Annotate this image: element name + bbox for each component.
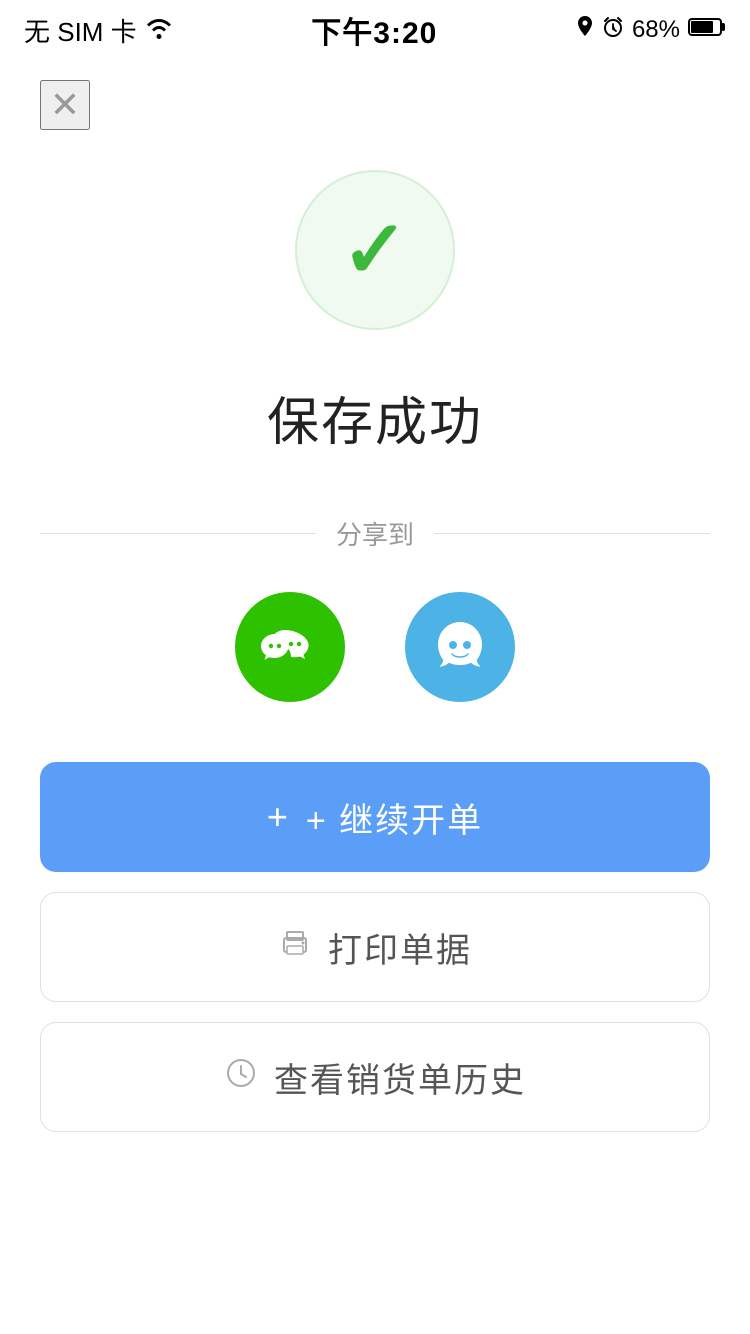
qq-icon bbox=[425, 612, 495, 682]
wifi-icon bbox=[145, 15, 173, 46]
plus-icon: + bbox=[267, 796, 290, 838]
battery-label: 68% bbox=[632, 16, 680, 44]
history-button[interactable]: 查看销货单历史 bbox=[40, 1022, 710, 1132]
status-right: 68% bbox=[576, 16, 726, 45]
history-label: 查看销货单历史 bbox=[274, 1053, 526, 1102]
success-circle: ✓ bbox=[295, 170, 455, 330]
share-divider-row: 分享到 bbox=[40, 515, 710, 552]
divider-right bbox=[434, 533, 710, 534]
status-bar: 无 SIM 卡 下午3:20 68% bbox=[0, 0, 750, 60]
wechat-share-button[interactable] bbox=[235, 592, 345, 702]
status-time: 下午3:20 bbox=[311, 8, 437, 52]
close-button[interactable]: ✕ bbox=[40, 80, 90, 130]
close-icon: ✕ bbox=[50, 87, 80, 123]
wechat-icon bbox=[255, 612, 325, 682]
alarm-icon bbox=[602, 16, 624, 45]
print-button[interactable]: 打印单据 bbox=[40, 892, 710, 1002]
divider-left bbox=[40, 533, 316, 534]
printer-icon bbox=[278, 926, 312, 969]
checkmark-icon: ✓ bbox=[341, 210, 408, 290]
continue-button[interactable]: + + 继续开单 bbox=[40, 762, 710, 872]
clock-icon bbox=[224, 1056, 258, 1099]
qq-share-button[interactable] bbox=[405, 592, 515, 702]
success-title: 保存成功 bbox=[267, 380, 483, 455]
share-section: 分享到 bbox=[40, 515, 710, 702]
share-label: 分享到 bbox=[336, 515, 414, 552]
print-label: 打印单据 bbox=[328, 923, 472, 972]
action-buttons: + + 继续开单 打印单据 查看销货单历 bbox=[40, 762, 710, 1132]
main-content: ✕ ✓ 保存成功 分享到 bbox=[0, 60, 750, 1152]
no-sim-label: 无 SIM 卡 bbox=[24, 12, 137, 49]
continue-label: + 继续开单 bbox=[306, 793, 483, 842]
share-icons bbox=[235, 592, 515, 702]
status-left: 无 SIM 卡 bbox=[24, 12, 173, 49]
location-icon bbox=[576, 16, 594, 45]
battery-icon bbox=[688, 16, 726, 44]
